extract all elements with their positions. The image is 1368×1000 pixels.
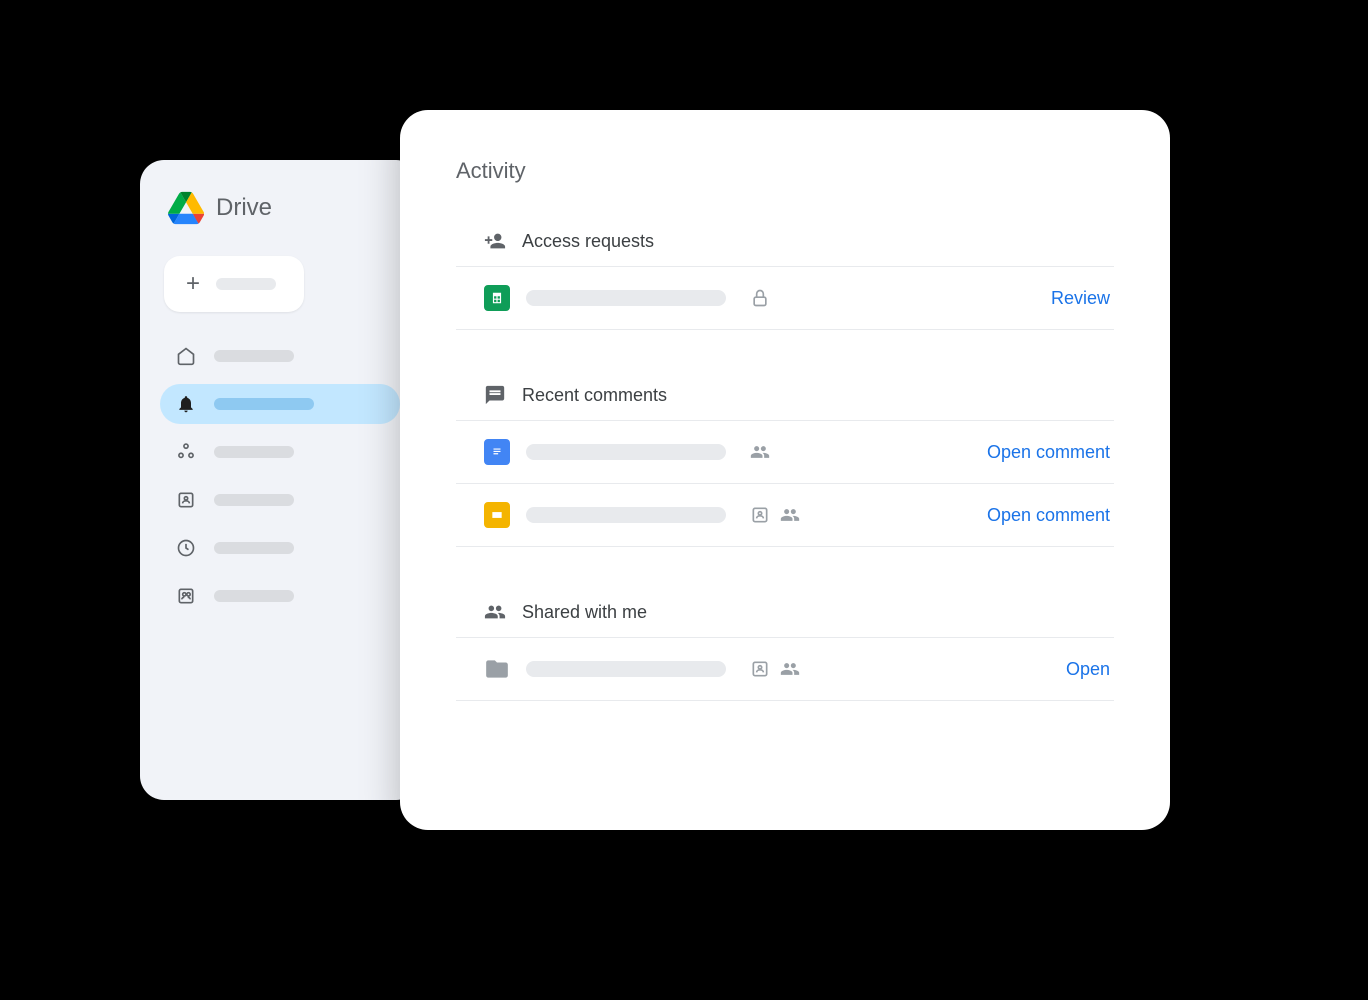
drive-sidebar: Drive + [140,160,420,800]
section-header: Shared with me [456,587,1114,638]
skeleton-placeholder [216,278,276,290]
people-icon [484,601,506,623]
drive-title: Drive [216,194,272,222]
drive-logo-icon [168,190,204,226]
contact-icon [750,659,770,679]
open-comment-link[interactable]: Open comment [987,442,1110,463]
bell-icon [176,394,196,414]
shared-drive-icon [176,490,196,510]
meta-icons [750,442,770,462]
people-icon [750,442,770,462]
sidebar-item-contacts[interactable] [160,576,400,616]
sidebar-item-home[interactable] [160,336,400,376]
contacts-icon [176,586,196,606]
skeleton-placeholder [214,542,294,554]
skeleton-placeholder [526,444,726,460]
section-title: Access requests [522,231,654,252]
sidebar-item-recent[interactable] [160,528,400,568]
open-link[interactable]: Open [1066,659,1110,680]
activity-panel: Activity Access requests Review Recent c… [400,110,1170,830]
comment-icon [484,384,506,406]
skeleton-placeholder [214,350,294,362]
docs-icon [484,439,510,465]
new-button[interactable]: + [164,256,304,312]
section-title: Recent comments [522,385,667,406]
meta-icons [750,505,800,525]
sheets-icon [484,285,510,311]
skeleton-placeholder [214,398,314,410]
section-access-requests: Access requests Review [456,216,1114,330]
open-comment-link[interactable]: Open comment [987,505,1110,526]
comment-item[interactable]: Open comment [456,484,1114,547]
people-icon [780,659,800,679]
meta-icons [750,659,800,679]
sidebar-item-drives[interactable] [160,480,400,520]
person-add-icon [484,230,506,252]
slides-icon [484,502,510,528]
folder-icon [484,656,510,682]
people-icon [780,505,800,525]
shared-item[interactable]: Open [456,638,1114,701]
skeleton-placeholder [526,290,726,306]
skeleton-placeholder [214,446,294,458]
contact-icon [750,505,770,525]
review-link[interactable]: Review [1051,288,1110,309]
clock-icon [176,538,196,558]
share-nodes-icon [176,442,196,462]
skeleton-placeholder [214,590,294,602]
section-title: Shared with me [522,602,647,623]
meta-icons [750,288,770,308]
lock-icon [750,288,770,308]
plus-icon: + [186,270,200,298]
sidebar-item-shared[interactable] [160,432,400,472]
skeleton-placeholder [526,661,726,677]
section-header: Access requests [456,216,1114,267]
access-request-item[interactable]: Review [456,267,1114,330]
section-recent-comments: Recent comments Open comment Open commen… [456,370,1114,547]
section-header: Recent comments [456,370,1114,421]
home-icon [176,346,196,366]
panel-title: Activity [456,158,1114,184]
sidebar-header: Drive [160,190,400,226]
skeleton-placeholder [526,507,726,523]
skeleton-placeholder [214,494,294,506]
comment-item[interactable]: Open comment [456,421,1114,484]
section-shared-with-me: Shared with me Open [456,587,1114,701]
sidebar-item-activity[interactable] [160,384,400,424]
